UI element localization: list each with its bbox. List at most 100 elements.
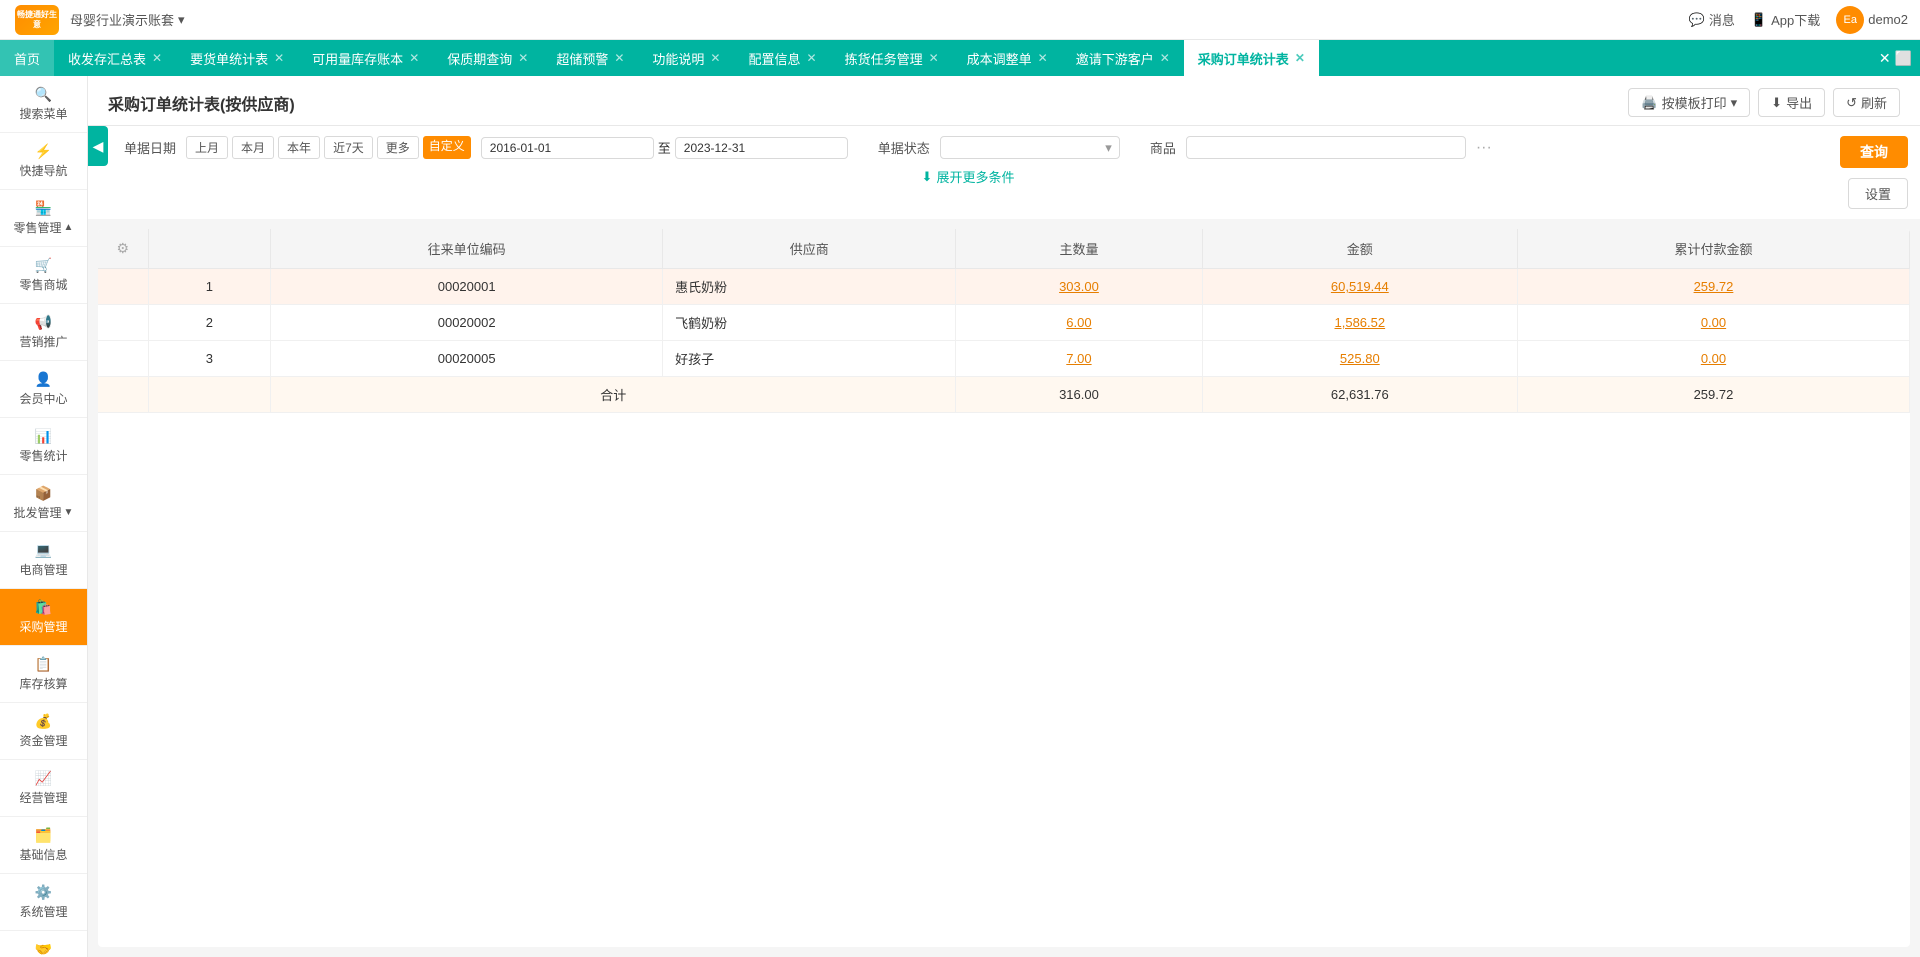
- filter-section: ◀ 单据日期 上月 本月 本年 近7天 更多 自定义 至: [88, 126, 1920, 219]
- footer-label-cell: 合计: [271, 377, 956, 413]
- print-icon: 🖨️: [1641, 95, 1657, 111]
- custom-date-badge: 自定义: [423, 136, 471, 159]
- table-header-row: ⚙ 往来单位编码 供应商 主数量 金额 累计付款金额: [98, 229, 1910, 269]
- print-button[interactable]: 🖨️ 按模板打印 ▾: [1628, 88, 1750, 117]
- th-paid: 累计付款金额: [1517, 229, 1909, 269]
- cell-supplier: 飞鹤奶粉: [663, 305, 956, 341]
- company-name: 母婴行业演示账套: [70, 10, 174, 29]
- retail-stats-icon: 📊: [35, 428, 52, 445]
- refresh-icon: ↺: [1846, 95, 1857, 111]
- goods-more-icon[interactable]: ···: [1476, 139, 1492, 157]
- system-icon: ⚙️: [35, 884, 52, 901]
- tab-available-inventory[interactable]: 可用量库存账本 ✕: [298, 40, 433, 76]
- setting-button[interactable]: 设置: [1848, 178, 1908, 209]
- status-select[interactable]: [940, 136, 1120, 159]
- cell-index: 2: [148, 305, 271, 341]
- tab-cost-adjust[interactable]: 成本调整单 ✕: [953, 40, 1062, 76]
- business-icon: 📈: [35, 770, 52, 787]
- tab-warranty[interactable]: 保质期查询 ✕: [433, 40, 542, 76]
- cell-paid: 0.00: [1517, 341, 1909, 377]
- close-tab-warranty[interactable]: ✕: [518, 51, 528, 65]
- tab-pick-task[interactable]: 拣货任务管理 ✕: [831, 40, 953, 76]
- sidebar-item-member-center[interactable]: 👤 会员中心: [0, 361, 87, 418]
- query-button[interactable]: 查询: [1840, 136, 1908, 168]
- cell-supplier: 好孩子: [663, 341, 956, 377]
- refresh-button[interactable]: ↺ 刷新: [1833, 88, 1900, 117]
- download-icon: 📱: [1751, 12, 1767, 28]
- cell-settings: [98, 305, 148, 341]
- footer-amount-cell: 62,631.76: [1202, 377, 1517, 413]
- close-tab-config[interactable]: ✕: [807, 51, 817, 65]
- filter-collapse-button[interactable]: ◀: [88, 126, 108, 166]
- tab-function[interactable]: 功能说明 ✕: [638, 40, 734, 76]
- sidebar-item-ecommerce[interactable]: 💻 电商管理: [0, 532, 87, 589]
- close-tab-pick[interactable]: ✕: [929, 51, 939, 65]
- tab-overstock[interactable]: 超储预警 ✕: [542, 40, 638, 76]
- sidebar-item-marketing[interactable]: 📢 营销推广: [0, 304, 87, 361]
- close-tab-invite[interactable]: ✕: [1160, 51, 1170, 65]
- close-tab-cost[interactable]: ✕: [1038, 51, 1048, 65]
- sidebar-item-purchase-mgmt[interactable]: 🛍️ 采购管理: [0, 589, 87, 646]
- sidebar-item-finance[interactable]: 💰 资金管理: [0, 703, 87, 760]
- maximize-icon[interactable]: ⬜: [1895, 50, 1912, 67]
- date-last-month[interactable]: 上月: [186, 136, 228, 159]
- logo: 畅捷通好生意: [12, 2, 62, 38]
- sidebar-item-retail-store[interactable]: 🛒 零售商城: [0, 247, 87, 304]
- marketing-icon: 📢: [35, 314, 52, 331]
- table-row[interactable]: 1 00020001 惠氏奶粉 303.00 60,519.44 259.72: [98, 269, 1910, 305]
- table-row[interactable]: 2 00020002 飞鹤奶粉 6.00 1,586.52 0.00: [98, 305, 1910, 341]
- cell-unit-code: 00020005: [271, 341, 663, 377]
- tab-config[interactable]: 配置信息 ✕: [734, 40, 830, 76]
- date-this-year[interactable]: 本年: [278, 136, 320, 159]
- close-tab-purchase[interactable]: ✕: [1295, 51, 1305, 65]
- sidebar-item-quick-nav[interactable]: ⚡ 快捷导航: [0, 133, 87, 190]
- page-title: 采购订单统计表(按供应商): [108, 91, 295, 115]
- close-tab-inventory[interactable]: ✕: [409, 51, 419, 65]
- sidebar-item-system[interactable]: ⚙️ 系统管理: [0, 874, 87, 931]
- date-to-input[interactable]: [675, 137, 848, 159]
- page-header: 采购订单统计表(按供应商) 🖨️ 按模板打印 ▾ ⬇ 导出 ↺ 刷新: [88, 76, 1920, 126]
- sidebar-item-basic-info[interactable]: 🗂️ 基础信息: [0, 817, 87, 874]
- goods-input[interactable]: [1186, 136, 1466, 159]
- expand-more-button[interactable]: ⬇ 展开更多条件: [922, 167, 1015, 186]
- close-tab-receive[interactable]: ✕: [152, 51, 162, 65]
- gear-icon[interactable]: ⚙: [116, 240, 129, 256]
- tab-home[interactable]: 首页: [0, 40, 54, 76]
- expand-more-row: ⬇ 展开更多条件: [124, 167, 1812, 186]
- page-actions: 🖨️ 按模板打印 ▾ ⬇ 导出 ↺ 刷新: [1628, 88, 1900, 117]
- nav-tabs-bar: 首页 收发存汇总表 ✕ 要货单统计表 ✕ 可用量库存账本 ✕ 保质期查询 ✕ 超…: [0, 40, 1920, 76]
- tab-invite[interactable]: 邀请下游客户 ✕: [1062, 40, 1184, 76]
- date-more[interactable]: 更多: [377, 136, 419, 159]
- close-tab-function[interactable]: ✕: [710, 51, 720, 65]
- sidebar-item-search[interactable]: 🔍 搜索菜单: [0, 76, 87, 133]
- sidebar-item-wholesale[interactable]: 📦 批发管理 ▼: [0, 475, 87, 532]
- sidebar-item-inventory-check[interactable]: 📋 库存核算: [0, 646, 87, 703]
- basic-info-icon: 🗂️: [35, 827, 52, 844]
- tab-purchase-summary[interactable]: 采购订单统计表 ✕: [1184, 40, 1319, 76]
- table-row[interactable]: 3 00020005 好孩子 7.00 525.80 0.00: [98, 341, 1910, 377]
- close-all-tabs-icon[interactable]: ✕: [1879, 50, 1891, 67]
- tab-order-summary[interactable]: 要货单统计表 ✕: [176, 40, 298, 76]
- close-tab-order[interactable]: ✕: [274, 51, 284, 65]
- sidebar-item-enterprise-collab[interactable]: 🤝 企业协同: [0, 931, 87, 957]
- close-tab-overstock[interactable]: ✕: [614, 51, 624, 65]
- date-last-7-days[interactable]: 近7天: [324, 136, 373, 159]
- cell-quantity: 303.00: [956, 269, 1202, 305]
- app-download-button[interactable]: 📱 App下载: [1751, 10, 1820, 29]
- tab-receive-summary[interactable]: 收发存汇总表 ✕: [54, 40, 176, 76]
- sidebar: 🔍 搜索菜单 ⚡ 快捷导航 🏪 零售管理 ▲ 🛒 零售商城 📢 营销推广 👤 会…: [0, 76, 88, 957]
- purchase-icon: 🛍️: [35, 599, 52, 616]
- date-from-input[interactable]: [481, 137, 654, 159]
- sidebar-item-retail-stats[interactable]: 📊 零售统计: [0, 418, 87, 475]
- date-label: 单据日期: [124, 138, 176, 157]
- message-button[interactable]: 💬 消息: [1689, 10, 1735, 29]
- sidebar-item-retail-mgmt[interactable]: 🏪 零售管理 ▲: [0, 190, 87, 247]
- table-area: ⚙ 往来单位编码 供应商 主数量 金额 累计付款金额 1 00020001 惠氏…: [98, 229, 1910, 947]
- cell-index: 1: [148, 269, 271, 305]
- company-selector[interactable]: 母婴行业演示账套 ▾: [70, 10, 185, 29]
- date-this-month[interactable]: 本月: [232, 136, 274, 159]
- user-profile[interactable]: Ea demo2: [1836, 6, 1908, 34]
- cell-supplier: 惠氏奶粉: [663, 269, 956, 305]
- sidebar-item-business[interactable]: 📈 经营管理: [0, 760, 87, 817]
- export-button[interactable]: ⬇ 导出: [1758, 88, 1825, 117]
